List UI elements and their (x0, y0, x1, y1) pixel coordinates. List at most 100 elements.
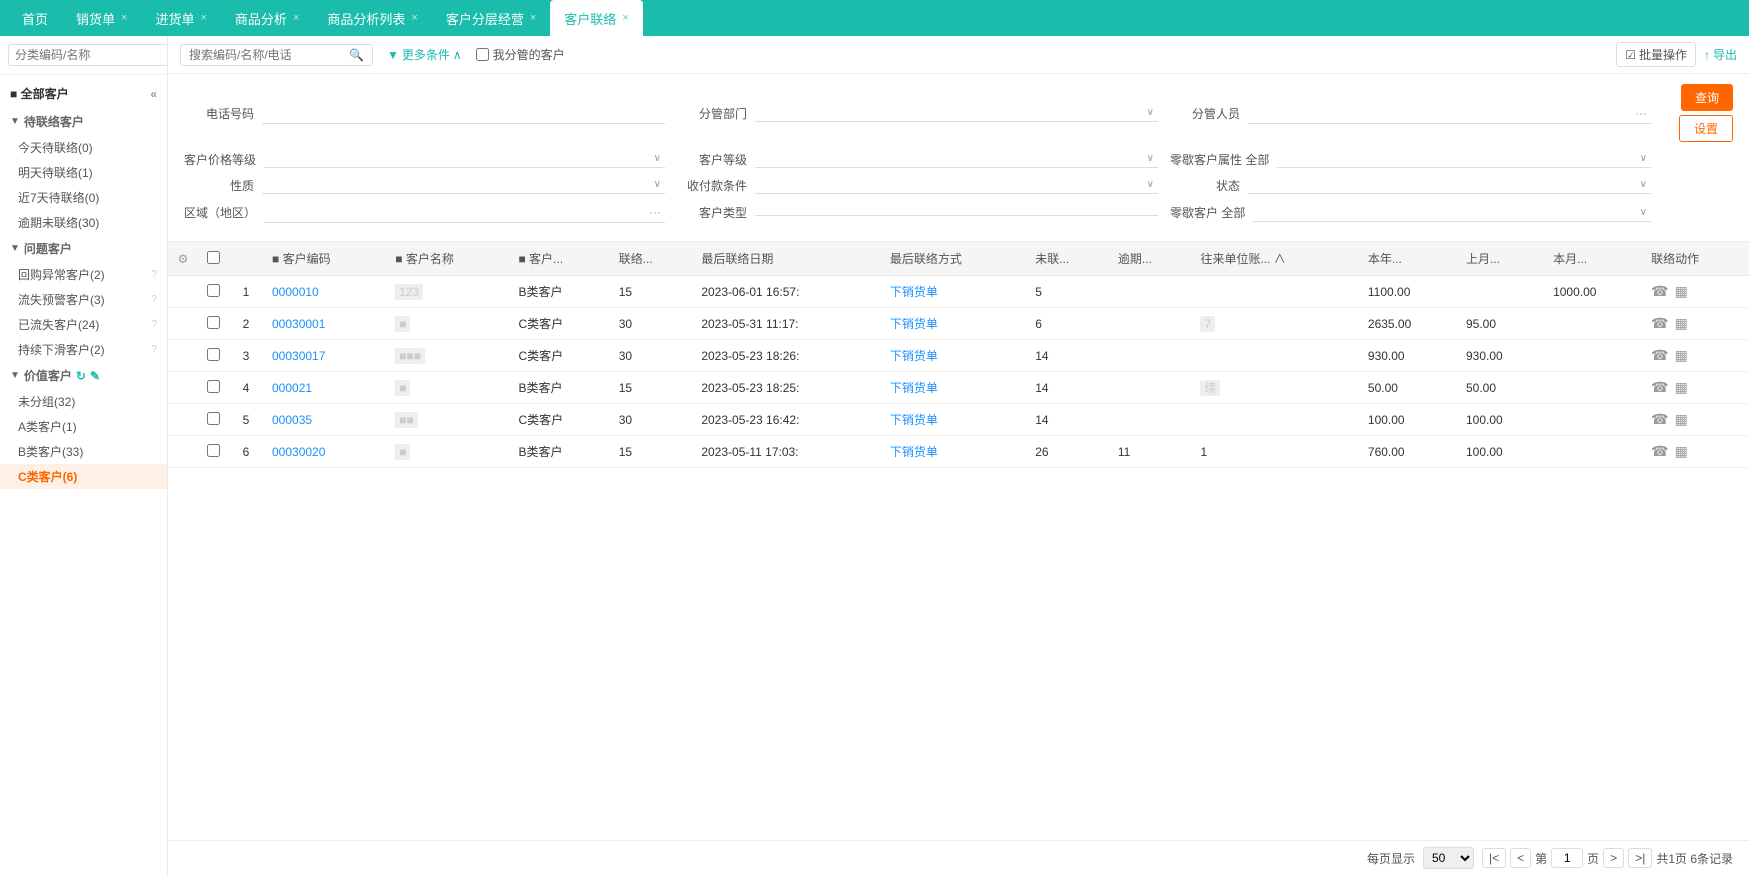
grid-icon-5[interactable]: ▦ (1675, 443, 1688, 460)
close-product-analysis-icon[interactable]: × (293, 12, 299, 24)
sidebar-group-pending[interactable]: ▼ 待联络客户 (0, 108, 167, 135)
grid-icon-3[interactable]: ▦ (1675, 379, 1688, 396)
query-button[interactable]: 查询 (1681, 84, 1733, 111)
search-input[interactable] (189, 48, 349, 62)
close-sales-icon[interactable]: × (121, 12, 127, 24)
row-checkbox-5[interactable] (207, 444, 220, 457)
sidebar-item-class-c[interactable]: C类客户(6) (0, 464, 167, 489)
filter-retail-cust-select[interactable]: ∨ (1253, 204, 1651, 222)
close-product-list-icon[interactable]: × (411, 12, 417, 24)
row-last-way-1[interactable]: 下销货单 (882, 308, 1027, 340)
grid-icon-2[interactable]: ▦ (1675, 347, 1688, 364)
row-way-link-0[interactable]: 下销货单 (890, 285, 938, 299)
sidebar-item-overdue[interactable]: 逾期未联络(30) (0, 210, 167, 235)
sidebar-item-unclassified[interactable]: 未分组(32) (0, 389, 167, 414)
row-checkbox-4[interactable] (207, 412, 220, 425)
call-icon-3[interactable]: ☎ (1651, 379, 1668, 396)
row-way-link-2[interactable]: 下销货单 (890, 349, 938, 363)
sidebar-group-value[interactable]: ▼ 价值客户 ↻ ✎ (0, 362, 167, 389)
next-page-btn[interactable]: > (1603, 848, 1624, 868)
batch-btn[interactable]: ☑ 批量操作 (1616, 42, 1696, 67)
sidebar-item-class-b[interactable]: B类客户(33) (0, 439, 167, 464)
refresh-icon[interactable]: ↻ (76, 369, 86, 383)
row-way-link-5[interactable]: 下销货单 (890, 445, 938, 459)
close-purchase-icon[interactable]: × (200, 12, 206, 24)
call-icon-5[interactable]: ☎ (1651, 443, 1668, 460)
close-customer-contact-icon[interactable]: × (622, 12, 628, 24)
row-code-2[interactable]: 00030017 (264, 340, 387, 372)
row-code-link-1[interactable]: 00030001 (272, 317, 325, 331)
reset-button[interactable]: 设置 (1679, 115, 1733, 142)
filter-payment-select[interactable]: ∨ (755, 176, 1158, 194)
row-last-way-4[interactable]: 下销货单 (882, 404, 1027, 436)
col-settings[interactable]: ⚙ (168, 242, 198, 276)
last-page-btn[interactable]: >| (1628, 848, 1652, 868)
export-btn[interactable]: ↑ 导出 (1704, 46, 1737, 63)
my-customer-checkbox-label[interactable]: 我分管的客户 (476, 46, 565, 63)
filter-region-select[interactable]: ··· (264, 202, 665, 223)
row-code-0[interactable]: 0000010 (264, 276, 387, 308)
row-last-way-0[interactable]: 下销货单 (882, 276, 1027, 308)
select-all-checkbox[interactable] (207, 251, 220, 264)
nav-sales[interactable]: 销货单 × (62, 0, 141, 36)
row-check-5[interactable] (198, 436, 228, 468)
grid-icon-1[interactable]: ▦ (1675, 315, 1688, 332)
filter-price-select[interactable]: ∨ (264, 150, 665, 168)
row-code-link-3[interactable]: 000021 (272, 381, 312, 395)
first-page-btn[interactable]: |< (1482, 848, 1506, 868)
row-way-link-4[interactable]: 下销货单 (890, 413, 938, 427)
filter-nature-select[interactable]: ∨ (262, 176, 665, 194)
sidebar-item-churned[interactable]: 已流失客户(24) ? (0, 312, 167, 337)
row-way-link-1[interactable]: 下销货单 (890, 317, 938, 331)
sidebar-search-input[interactable] (8, 44, 168, 66)
call-icon-4[interactable]: ☎ (1651, 411, 1668, 428)
row-check-3[interactable] (198, 372, 228, 404)
call-icon-2[interactable]: ☎ (1651, 347, 1668, 364)
filter-retail-attr-select[interactable]: ∨ (1277, 150, 1651, 168)
grid-icon-0[interactable]: ▦ (1675, 283, 1688, 300)
sidebar-group-problems[interactable]: ▼ 问题客户 (0, 235, 167, 262)
per-page-select[interactable]: 50 100 200 (1423, 847, 1474, 869)
nav-home[interactable]: 首页 (8, 0, 62, 36)
row-check-1[interactable] (198, 308, 228, 340)
settings-icon[interactable]: ⚙ (178, 252, 189, 266)
sidebar-item-tomorrow[interactable]: 明天待联络(1) (0, 160, 167, 185)
grid-icon-4[interactable]: ▦ (1675, 411, 1688, 428)
sidebar-item-declining[interactable]: 持续下滑客户(2) ? (0, 337, 167, 362)
call-icon-1[interactable]: ☎ (1651, 315, 1668, 332)
filter-person-select[interactable]: ··· (1248, 103, 1651, 124)
prev-page-btn[interactable]: < (1510, 848, 1531, 868)
row-last-way-3[interactable]: 下销货单 (882, 372, 1027, 404)
filter-dept-select[interactable]: ∨ (755, 104, 1158, 122)
nav-product-list[interactable]: 商品分析列表 × (313, 0, 431, 36)
row-last-way-2[interactable]: 下销货单 (882, 340, 1027, 372)
sidebar-item-repurchase[interactable]: 回购异常客户(2) ? (0, 262, 167, 287)
nav-product-analysis[interactable]: 商品分析 × (221, 0, 313, 36)
row-check-4[interactable] (198, 404, 228, 436)
row-code-link-4[interactable]: 000035 (272, 413, 312, 427)
row-code-link-2[interactable]: 00030017 (272, 349, 325, 363)
close-customer-tier-icon[interactable]: × (530, 12, 536, 24)
row-checkbox-2[interactable] (207, 348, 220, 361)
nav-customer-tier[interactable]: 客户分层经营 × (432, 0, 550, 36)
row-way-link-3[interactable]: 下销货单 (890, 381, 938, 395)
row-code-link-0[interactable]: 0000010 (272, 285, 319, 299)
filter-phone-input[interactable] (262, 103, 665, 124)
row-code-5[interactable]: 00030020 (264, 436, 387, 468)
row-checkbox-3[interactable] (207, 380, 220, 393)
search-icon[interactable]: 🔍 (349, 48, 364, 62)
row-code-3[interactable]: 000021 (264, 372, 387, 404)
sidebar-item-7days[interactable]: 近7天待联络(0) (0, 185, 167, 210)
row-last-way-5[interactable]: 下销货单 (882, 436, 1027, 468)
sidebar-collapse-icon[interactable]: « (150, 87, 157, 101)
call-icon-0[interactable]: ☎ (1651, 283, 1668, 300)
row-check-0[interactable] (198, 276, 228, 308)
sidebar-all-customers[interactable]: ■ 全部客户 « (0, 79, 167, 108)
filter-status-select[interactable]: ∨ (1248, 176, 1651, 194)
nav-customer-contact[interactable]: 客户联络 × (550, 0, 642, 36)
my-customer-checkbox[interactable] (476, 48, 489, 61)
row-checkbox-1[interactable] (207, 316, 220, 329)
sidebar-item-today[interactable]: 今天待联络(0) (0, 135, 167, 160)
filter-more-btn[interactable]: ▼ 更多条件 ∧ (381, 43, 468, 66)
sidebar-item-class-a[interactable]: A类客户(1) (0, 414, 167, 439)
